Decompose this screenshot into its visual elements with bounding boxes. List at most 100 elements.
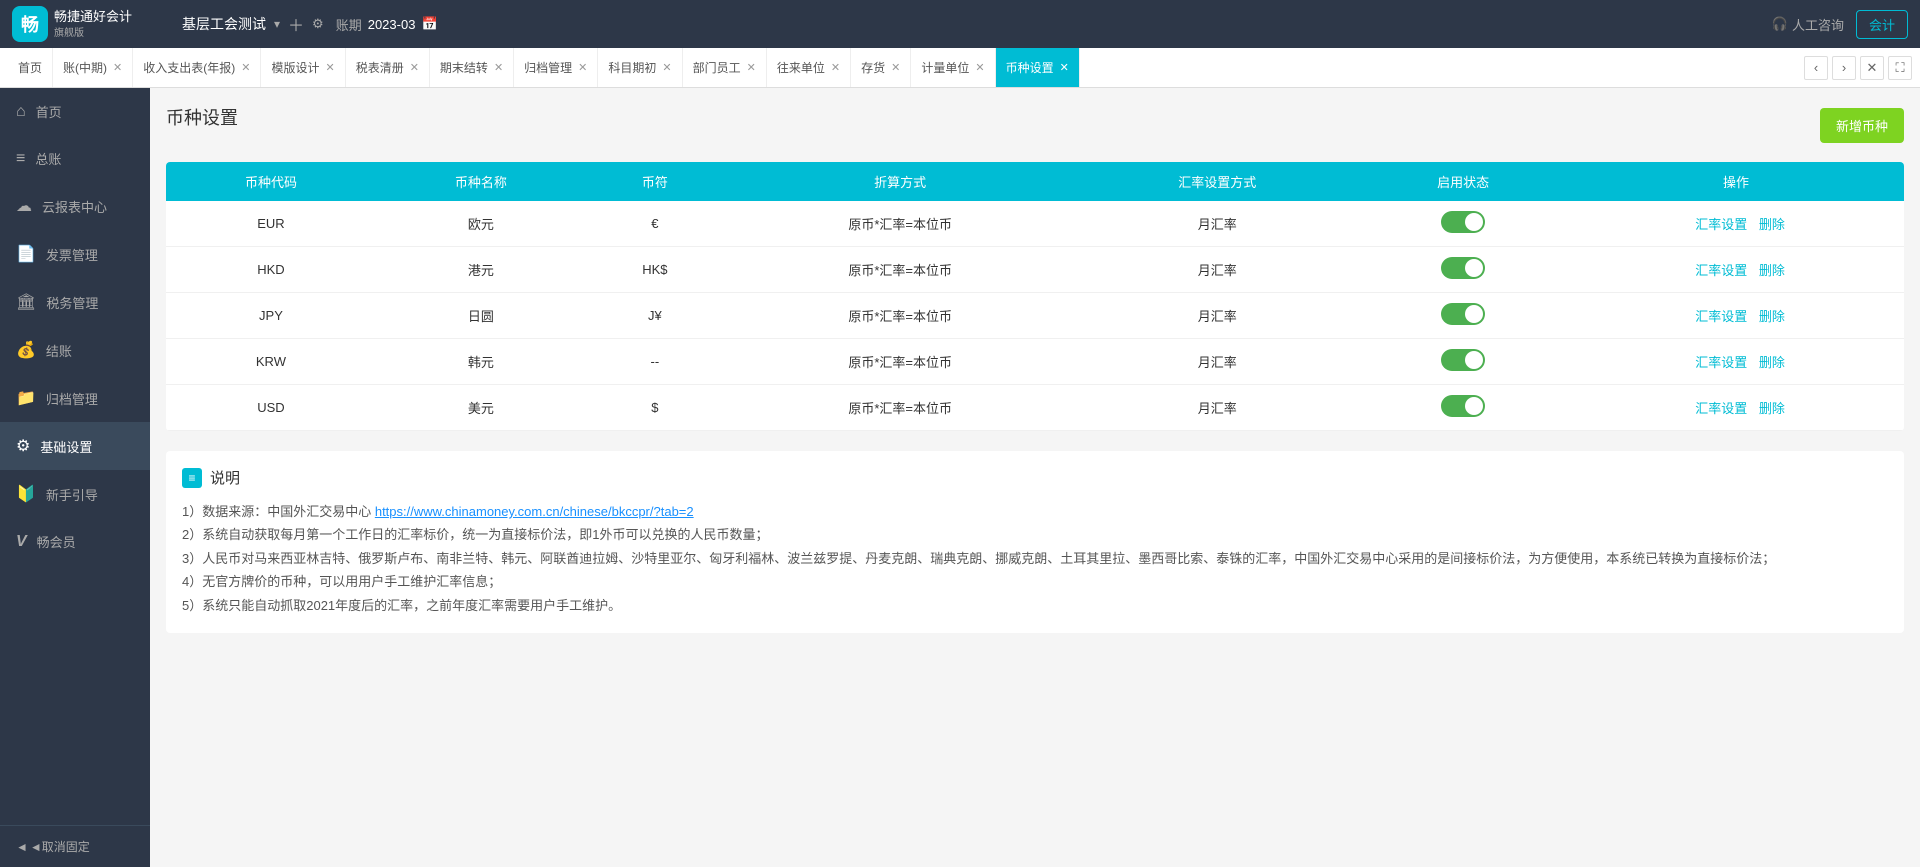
tab-inventory[interactable]: 存货 ✕ [851, 48, 911, 88]
sidebar-item-tax[interactable]: 🏛 税务管理 [0, 278, 150, 326]
sidebar-item-member[interactable]: V 畅会员 [0, 518, 150, 565]
page-title: 币种设置 [166, 104, 238, 130]
sidebar-item-archive[interactable]: 📁 归档管理 [0, 374, 150, 422]
archive-icon: 📁 [16, 388, 36, 408]
table-row: HKD 港元 HK$ 原币*汇率=本位币 月汇率 汇率设置 删除 [166, 247, 1904, 293]
toggle-EUR[interactable] [1441, 211, 1485, 233]
tab-unit-close[interactable]: ✕ [975, 61, 984, 74]
add-tab-button[interactable]: ＋ [288, 12, 304, 36]
toggle-JPY[interactable] [1441, 303, 1485, 325]
toggle-KRW[interactable] [1441, 349, 1485, 371]
tab-income[interactable]: 收入支出表(年报) ✕ [133, 48, 261, 88]
header-settings-icon[interactable]: ⚙ [312, 16, 324, 32]
sidebar-item-guide[interactable]: 🔰 新手引导 [0, 470, 150, 518]
tab-next-button[interactable]: › [1832, 56, 1856, 80]
notes-icon: ≡ [182, 468, 202, 488]
tab-nav: ‹ › ✕ ⛶ [1800, 56, 1912, 80]
tab-income-close[interactable]: ✕ [241, 61, 250, 74]
app-logo: 畅 [12, 6, 48, 42]
cell-rate-type: 月汇率 [1076, 293, 1358, 339]
tab-partner[interactable]: 往来单位 ✕ [767, 48, 851, 88]
tab-expand-button[interactable]: ⛶ [1888, 56, 1912, 80]
tab-close-all-button[interactable]: ✕ [1860, 56, 1884, 80]
tab-period-end[interactable]: 期末结转 ✕ [430, 48, 514, 88]
main-layout: ⌂ 首页 ≡ 总账 ☁ 云报表中心 📄 发票管理 🏛 税务管理 💰 结账 📁 归… [0, 88, 1920, 867]
tab-template-close[interactable]: ✕ [325, 61, 334, 74]
tab-currency-close[interactable]: ✕ [1060, 61, 1069, 74]
tab-inventory-close[interactable]: ✕ [891, 61, 900, 74]
sidebar-pin-toggle[interactable]: ◄ ◄取消固定 [0, 825, 150, 867]
sidebar-item-invoice[interactable]: 📄 发票管理 [0, 230, 150, 278]
tab-bar: 首页 账(中期) ✕ 收入支出表(年报) ✕ 模版设计 ✕ 税表清册 ✕ 期末结… [0, 48, 1920, 88]
tab-template[interactable]: 模版设计 ✕ [261, 48, 345, 88]
rate-setting-link-HKD[interactable]: 汇率设置 [1695, 263, 1747, 278]
sidebar-item-reports[interactable]: ☁ 云报表中心 [0, 182, 150, 230]
tab-partner-close[interactable]: ✕ [831, 61, 840, 74]
table-row: JPY 日圆 J¥ 原币*汇率=本位币 月汇率 汇率设置 删除 [166, 293, 1904, 339]
app-name-area: 畅捷通好会计 旗舰版 [54, 9, 132, 40]
delete-link-HKD[interactable]: 删除 [1759, 263, 1785, 278]
cell-rate-type: 月汇率 [1076, 385, 1358, 431]
cell-name: 欧元 [376, 201, 586, 247]
cell-toggle [1358, 385, 1568, 431]
tab-tax-close[interactable]: ✕ [410, 61, 419, 74]
tab-archive-close[interactable]: ✕ [578, 61, 587, 74]
cell-name: 韩元 [376, 339, 586, 385]
tab-home[interactable]: 首页 [8, 48, 53, 88]
tab-subject-close[interactable]: ✕ [662, 61, 671, 74]
rate-setting-link-EUR[interactable]: 汇率设置 [1695, 217, 1747, 232]
tab-prev-button[interactable]: ‹ [1804, 56, 1828, 80]
notes-link[interactable]: https://www.chinamoney.com.cn/chinese/bk… [375, 504, 694, 519]
logo-area: 畅 畅捷通好会计 旗舰版 [12, 6, 162, 42]
rate-setting-link-KRW[interactable]: 汇率设置 [1695, 355, 1747, 370]
delete-link-USD[interactable]: 删除 [1759, 401, 1785, 416]
tab-archive[interactable]: 归档管理 ✕ [514, 48, 598, 88]
calendar-icon[interactable]: 📅 [421, 16, 437, 32]
cell-name: 日圆 [376, 293, 586, 339]
sidebar-item-settings[interactable]: ⚙ 基础设置 [0, 422, 150, 470]
cell-toggle [1358, 339, 1568, 385]
rate-setting-link-USD[interactable]: 汇率设置 [1695, 401, 1747, 416]
tab-currency[interactable]: 币种设置 ✕ [996, 48, 1080, 88]
org-name: 基层工会测试 [182, 14, 266, 34]
new-currency-button[interactable]: 新增币种 [1820, 108, 1904, 143]
delete-link-EUR[interactable]: 删除 [1759, 217, 1785, 232]
invoice-icon: 📄 [16, 244, 36, 264]
tab-unit[interactable]: 计量单位 ✕ [911, 48, 995, 88]
cell-code: JPY [166, 293, 376, 339]
sidebar-item-home[interactable]: ⌂ 首页 [0, 88, 150, 135]
header-right: 🎧 人工咨询 会计 [1772, 10, 1908, 39]
org-dropdown-icon[interactable]: ▾ [274, 17, 280, 31]
col-symbol: 币符 [586, 162, 724, 201]
account-button[interactable]: 会计 [1856, 10, 1908, 39]
period-label: 账期 [336, 15, 362, 34]
toggle-USD[interactable] [1441, 395, 1485, 417]
tab-dept[interactable]: 部门员工 ✕ [683, 48, 767, 88]
cell-code: EUR [166, 201, 376, 247]
notes-list: 1）数据来源：中国外汇交易中心 https://www.chinamoney.c… [182, 500, 1888, 617]
tab-period-close[interactable]: ✕ [113, 61, 122, 74]
cell-rate-type: 月汇率 [1076, 339, 1358, 385]
col-status: 启用状态 [1358, 162, 1568, 201]
pin-icon: ◄ [16, 840, 28, 854]
delete-link-JPY[interactable]: 删除 [1759, 309, 1785, 324]
consult-button[interactable]: 🎧 人工咨询 [1772, 15, 1844, 34]
cell-actions: 汇率设置 删除 [1568, 339, 1904, 385]
cell-code: KRW [166, 339, 376, 385]
rate-setting-link-JPY[interactable]: 汇率设置 [1695, 309, 1747, 324]
tab-dept-close[interactable]: ✕ [747, 61, 756, 74]
toggle-HKD[interactable] [1441, 257, 1485, 279]
table-row: KRW 韩元 -- 原币*汇率=本位币 月汇率 汇率设置 删除 [166, 339, 1904, 385]
tab-period[interactable]: 账(中期) ✕ [53, 48, 133, 88]
cell-calc: 原币*汇率=本位币 [724, 385, 1077, 431]
delete-link-KRW[interactable]: 删除 [1759, 355, 1785, 370]
cloud-icon: ☁ [16, 196, 32, 216]
sidebar-item-ledger[interactable]: ≡ 总账 [0, 135, 150, 182]
sidebar-item-checkout[interactable]: 💰 结账 [0, 326, 150, 374]
tab-period-end-close[interactable]: ✕ [494, 61, 503, 74]
cell-actions: 汇率设置 删除 [1568, 385, 1904, 431]
cell-actions: 汇率设置 删除 [1568, 201, 1904, 247]
tab-tax[interactable]: 税表清册 ✕ [346, 48, 430, 88]
col-calc: 折算方式 [724, 162, 1077, 201]
tab-subject[interactable]: 科目期初 ✕ [598, 48, 682, 88]
